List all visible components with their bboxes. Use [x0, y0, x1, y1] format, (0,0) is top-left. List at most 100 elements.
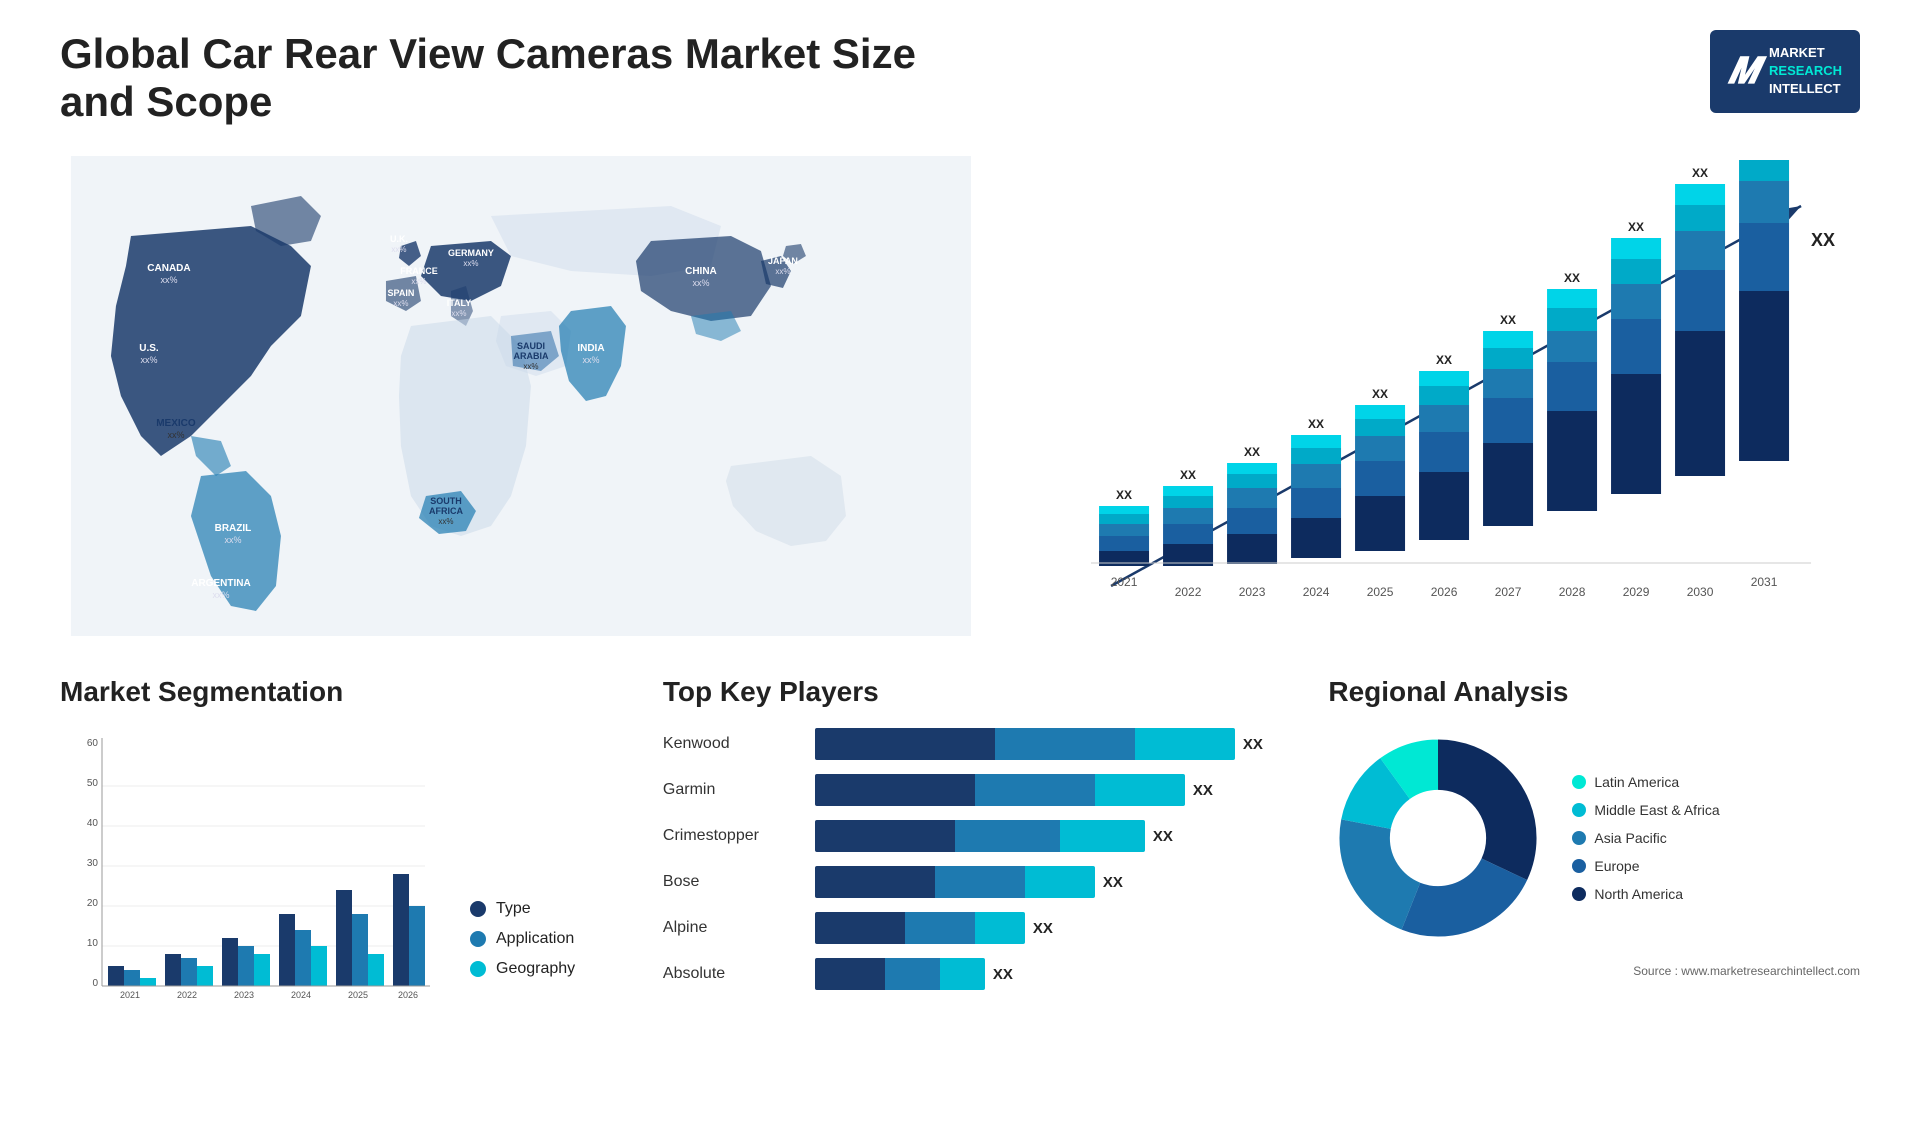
regional-legend-mea: Middle East & Africa	[1572, 802, 1719, 818]
svg-text:2030: 2030	[1687, 585, 1714, 599]
svg-text:xx%: xx%	[451, 309, 466, 318]
svg-text:xx%: xx%	[523, 362, 538, 371]
svg-text:20: 20	[87, 898, 99, 909]
legend-app-dot	[470, 931, 486, 947]
legend-geography: Geography	[470, 960, 575, 978]
logo-box: 𝑴 MARKET RESEARCH INTELLECT	[1710, 30, 1860, 113]
svg-text:XX: XX	[1436, 353, 1452, 367]
player-row-garmin: Garmin XX	[663, 774, 1288, 806]
seg-chart-wrap: 0 10 20 30 40 50 60	[60, 728, 623, 1008]
player-row-alpine: Alpine XX	[663, 912, 1288, 944]
regional-title: Regional Analysis	[1328, 676, 1860, 708]
svg-text:XX: XX	[1244, 445, 1260, 459]
svg-text:xx%: xx%	[775, 267, 790, 276]
player-bar-bose	[815, 866, 1095, 898]
header: Global Car Rear View Cameras Market Size…	[60, 30, 1860, 126]
svg-text:SOUTH: SOUTH	[430, 496, 462, 506]
svg-text:2031: 2031	[1751, 575, 1778, 589]
svg-text:2021: 2021	[1111, 575, 1138, 589]
svg-text:xx%: xx%	[692, 278, 709, 288]
svg-text:2022: 2022	[177, 990, 197, 1000]
svg-text:xx%: xx%	[582, 355, 599, 365]
svg-text:xx%: xx%	[167, 430, 184, 440]
svg-text:INDIA: INDIA	[577, 343, 604, 354]
svg-text:CHINA: CHINA	[685, 266, 717, 277]
bar-chart-svg: XX 2021 XX 2022 XX	[1022, 156, 1860, 636]
svg-text:2027: 2027	[1495, 585, 1522, 599]
svg-text:XX: XX	[1372, 387, 1388, 401]
svg-text:30: 30	[87, 858, 99, 869]
svg-text:2026: 2026	[398, 990, 418, 1000]
svg-text:XX: XX	[1811, 230, 1835, 250]
regional-legend-asia: Asia Pacific	[1572, 830, 1719, 846]
top-section: CANADA xx% U.S. xx% MEXICO xx% BRAZIL xx…	[60, 156, 1860, 636]
svg-text:xx%: xx%	[411, 277, 426, 286]
map-container: CANADA xx% U.S. xx% MEXICO xx% BRAZIL xx…	[60, 156, 982, 636]
svg-text:U.K.: U.K.	[390, 234, 408, 244]
svg-text:0: 0	[92, 978, 98, 989]
svg-text:CANADA: CANADA	[147, 263, 190, 274]
regional-legend-na: North America	[1572, 886, 1719, 902]
svg-text:60: 60	[87, 738, 99, 749]
svg-text:2029: 2029	[1623, 585, 1650, 599]
svg-text:xx%: xx%	[391, 245, 406, 254]
europe-dot	[1572, 859, 1586, 873]
player-bar-absolute	[815, 958, 985, 990]
player-bar-kenwood	[815, 728, 1235, 760]
svg-text:2025: 2025	[1367, 585, 1394, 599]
world-map-svg: CANADA xx% U.S. xx% MEXICO xx% BRAZIL xx…	[60, 156, 982, 636]
asia-dot	[1572, 831, 1586, 845]
svg-text:2023: 2023	[234, 990, 254, 1000]
svg-text:2025: 2025	[348, 990, 368, 1000]
svg-text:ARGENTINA: ARGENTINA	[191, 578, 250, 589]
svg-text:BRAZIL: BRAZIL	[215, 523, 252, 534]
svg-text:FRANCE: FRANCE	[400, 266, 438, 276]
legend-type-dot	[470, 901, 486, 917]
svg-text:XX: XX	[1500, 313, 1516, 327]
legend-geo-dot	[470, 961, 486, 977]
svg-text:2024: 2024	[1303, 585, 1330, 599]
svg-text:XX: XX	[1116, 488, 1132, 502]
logo-text: MARKET RESEARCH INTELLECT	[1769, 44, 1842, 99]
legend-application: Application	[470, 930, 575, 948]
regional-legend: Latin America Middle East & Africa Asia …	[1572, 774, 1719, 902]
svg-text:XX: XX	[1628, 220, 1644, 234]
player-bar-alpine	[815, 912, 1025, 944]
svg-text:JAPAN: JAPAN	[768, 256, 798, 266]
svg-text:2023: 2023	[1239, 585, 1266, 599]
svg-text:AFRICA: AFRICA	[429, 506, 463, 516]
player-bar-crimestopper	[815, 820, 1145, 852]
regional-legend-europe: Europe	[1572, 858, 1719, 874]
seg-legend: Type Application Geography	[470, 900, 575, 1008]
segmentation-title: Market Segmentation	[60, 676, 623, 708]
mea-dot	[1572, 803, 1586, 817]
svg-text:XX: XX	[1308, 417, 1324, 431]
svg-text:2024: 2024	[291, 990, 311, 1000]
svg-text:xx%: xx%	[160, 275, 177, 285]
legend-type: Type	[470, 900, 575, 918]
svg-text:40: 40	[87, 818, 99, 829]
na-dot	[1572, 887, 1586, 901]
svg-text:ARABIA: ARABIA	[513, 351, 548, 361]
svg-text:xx%: xx%	[463, 259, 478, 268]
svg-text:ITALY: ITALY	[447, 298, 472, 308]
svg-text:2028: 2028	[1559, 585, 1586, 599]
player-row-absolute: Absolute XX	[663, 958, 1288, 990]
svg-text:GERMANY: GERMANY	[448, 248, 494, 258]
latin-dot	[1572, 775, 1586, 789]
svg-text:2026: 2026	[1431, 585, 1458, 599]
svg-text:10: 10	[87, 938, 99, 949]
logo-area: 𝑴 MARKET RESEARCH INTELLECT	[1710, 30, 1860, 113]
regional-legend-latin: Latin America	[1572, 774, 1719, 790]
svg-text:2022: 2022	[1175, 585, 1202, 599]
map-section: CANADA xx% U.S. xx% MEXICO xx% BRAZIL xx…	[60, 156, 982, 636]
svg-text:xx%: xx%	[393, 299, 408, 308]
svg-text:50: 50	[87, 778, 99, 789]
svg-text:2021: 2021	[120, 990, 140, 1000]
bottom-section: Market Segmentation 0 10 20 30 40 50 60	[60, 676, 1860, 1008]
players-section: Top Key Players Kenwood XX Garmin	[663, 676, 1288, 1004]
svg-text:U.S.: U.S.	[139, 343, 159, 354]
player-row-kenwood: Kenwood XX	[663, 728, 1288, 760]
segmentation-section: Market Segmentation 0 10 20 30 40 50 60	[60, 676, 623, 1008]
svg-text:xx%: xx%	[140, 355, 157, 365]
